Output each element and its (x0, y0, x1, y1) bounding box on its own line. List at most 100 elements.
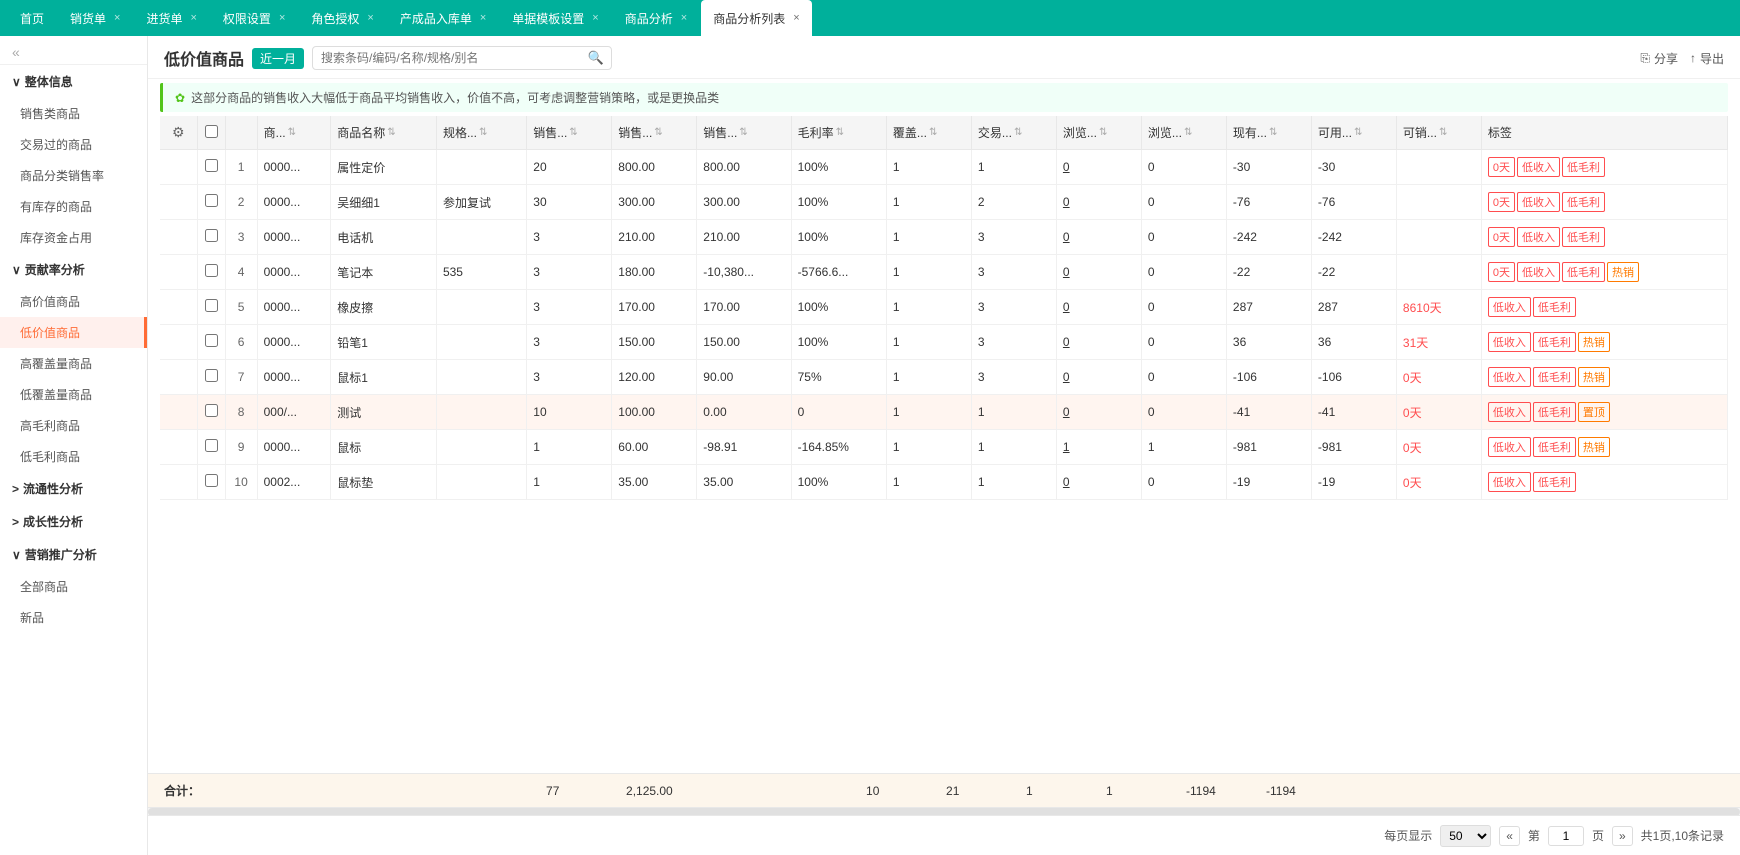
sidebar-collapse-button[interactable]: « (8, 44, 24, 60)
nav-tab-warehouse[interactable]: 产成品入库单 × (388, 0, 498, 36)
time-filter-button[interactable]: 近一月 (252, 48, 304, 69)
sidebar-item-category-rate[interactable]: 商品分类销售率 (0, 160, 147, 191)
code-cell: 0002... (257, 465, 331, 500)
first-page-button[interactable]: « (1499, 826, 1520, 846)
row-checkbox[interactable] (205, 334, 218, 347)
cover-column-header[interactable]: 覆盖...⇅ (886, 116, 971, 150)
sidebar-item-high-coverage[interactable]: 高覆盖量商品 (0, 348, 147, 379)
nav-tab-permission[interactable]: 权限设置 × (211, 0, 297, 36)
close-icon[interactable]: × (480, 12, 486, 24)
browse2-column-header[interactable]: 浏览...⇅ (1141, 116, 1226, 150)
browse1-link[interactable]: 0 (1063, 230, 1070, 244)
close-icon[interactable]: × (793, 12, 799, 24)
code-column-header[interactable]: 商...⇅ (257, 116, 331, 150)
sidebar-item-new-goods[interactable]: 新品 (0, 602, 147, 633)
sidebar-group-growth[interactable]: > 成长性分析 (0, 505, 147, 538)
row-checkbox[interactable] (205, 194, 218, 207)
available-column-header[interactable]: 可用...⇅ (1311, 116, 1396, 150)
close-icon[interactable]: × (190, 12, 196, 24)
checkbox-cell[interactable] (197, 220, 225, 255)
sidebar-item-inventory-goods[interactable]: 有库存的商品 (0, 191, 147, 222)
sidebar-item-traded-goods[interactable]: 交易过的商品 (0, 129, 147, 160)
checkbox-cell[interactable] (197, 465, 225, 500)
grossrate-column-header[interactable]: 毛利率⇅ (791, 116, 886, 150)
browse1-link[interactable]: 0 (1063, 195, 1070, 209)
tag-badge: 低收入 (1488, 297, 1531, 317)
nav-tab-template[interactable]: 单据模板设置 × (500, 0, 610, 36)
checkbox-cell[interactable] (197, 255, 225, 290)
browse1-link[interactable]: 0 (1063, 300, 1070, 314)
row-checkbox[interactable] (205, 264, 218, 277)
next-page-button[interactable]: » (1612, 826, 1633, 846)
name-column-header[interactable]: 商品名称⇅ (331, 116, 437, 150)
row-checkbox[interactable] (205, 229, 218, 242)
tag-cell: 0天低收入低毛利热销 (1481, 255, 1727, 290)
export-button[interactable]: ↑ 导出 (1690, 50, 1724, 67)
browse1-link[interactable]: 0 (1063, 160, 1070, 174)
sidebar-group-contribution[interactable]: ∨ 贡献率分析 (0, 253, 147, 286)
browse1-link[interactable]: 0 (1063, 370, 1070, 384)
saleable-cell: 0天 (1396, 360, 1481, 395)
checkbox-cell[interactable] (197, 430, 225, 465)
sidebar-group-marketing[interactable]: ∨ 营销推广分析 (0, 538, 147, 571)
saleable-cell (1396, 255, 1481, 290)
available-cell: -19 (1311, 465, 1396, 500)
row-checkbox[interactable] (205, 369, 218, 382)
settings-column-header[interactable]: ⚙ (160, 116, 197, 150)
nav-tab-sales[interactable]: 销货单 × (58, 0, 132, 36)
col7-column-header[interactable]: 销售...⇅ (612, 116, 697, 150)
search-input[interactable] (312, 46, 612, 70)
select-all-checkbox[interactable] (205, 125, 218, 138)
row-checkbox[interactable] (205, 159, 218, 172)
spec-column-header[interactable]: 规格...⇅ (436, 116, 526, 150)
close-icon[interactable]: × (367, 12, 373, 24)
nav-tab-analysis[interactable]: 商品分析 × (613, 0, 699, 36)
col7-cell: 210.00 (612, 220, 697, 255)
nav-tab-purchase[interactable]: 进货单 × (134, 0, 208, 36)
checkbox-cell[interactable] (197, 185, 225, 220)
current-column-header[interactable]: 现有...⇅ (1226, 116, 1311, 150)
sidebar-item-low-coverage[interactable]: 低覆盖量商品 (0, 379, 147, 410)
col8-column-header[interactable]: 销售...⇅ (697, 116, 791, 150)
nav-tab-home[interactable]: 首页 (8, 0, 56, 36)
browse1-column-header[interactable]: 浏览...⇅ (1056, 116, 1141, 150)
page-size-select[interactable]: 50 20 100 (1440, 825, 1491, 847)
checkbox-cell[interactable] (197, 395, 225, 430)
sidebar-item-low-value[interactable]: 低价值商品 (0, 317, 147, 348)
sidebar-item-capital-usage[interactable]: 库存资金占用 (0, 222, 147, 253)
sidebar-item-sales-goods[interactable]: 销售类商品 (0, 98, 147, 129)
checkbox-cell[interactable] (197, 360, 225, 395)
close-icon[interactable]: × (592, 12, 598, 24)
data-table-container[interactable]: ⚙ 商...⇅ 商品名称⇅ 规格...⇅ (148, 116, 1740, 773)
browse1-link[interactable]: 0 (1063, 475, 1070, 489)
page-number-input[interactable] (1548, 826, 1584, 846)
sidebar-group-overall[interactable]: ∨ 整体信息 (0, 65, 147, 98)
checkbox-cell[interactable] (197, 150, 225, 185)
sidebar-item-high-profit[interactable]: 高毛利商品 (0, 410, 147, 441)
share-button[interactable]: ⎘ 分享 (1640, 50, 1678, 67)
row-checkbox[interactable] (205, 299, 218, 312)
close-icon[interactable]: × (279, 12, 285, 24)
close-icon[interactable]: × (114, 12, 120, 24)
gear-icon[interactable]: ⚙ (172, 124, 185, 140)
browse1-link[interactable]: 0 (1063, 265, 1070, 279)
sidebar-item-all-goods[interactable]: 全部商品 (0, 571, 147, 602)
row-checkbox[interactable] (205, 439, 218, 452)
sidebar-item-high-value[interactable]: 高价值商品 (0, 286, 147, 317)
nav-tab-analysis-list[interactable]: 商品分析列表 × (701, 0, 811, 36)
row-checkbox[interactable] (205, 474, 218, 487)
browse1-link[interactable]: 0 (1063, 335, 1070, 349)
saleable-column-header[interactable]: 可销...⇅ (1396, 116, 1481, 150)
checkbox-cell[interactable] (197, 290, 225, 325)
browse1-link[interactable]: 1 (1063, 440, 1070, 454)
nav-tab-role[interactable]: 角色授权 × (299, 0, 385, 36)
browse1-link[interactable]: 0 (1063, 405, 1070, 419)
col6-column-header[interactable]: 销售...⇅ (527, 116, 612, 150)
sidebar-item-low-profit[interactable]: 低毛利商品 (0, 441, 147, 472)
total-info: 共1页,10条记录 (1641, 827, 1724, 844)
trade-column-header[interactable]: 交易...⇅ (971, 116, 1056, 150)
close-icon[interactable]: × (681, 12, 687, 24)
sidebar-group-circulation[interactable]: > 流通性分析 (0, 472, 147, 505)
row-checkbox[interactable] (205, 404, 218, 417)
checkbox-cell[interactable] (197, 325, 225, 360)
